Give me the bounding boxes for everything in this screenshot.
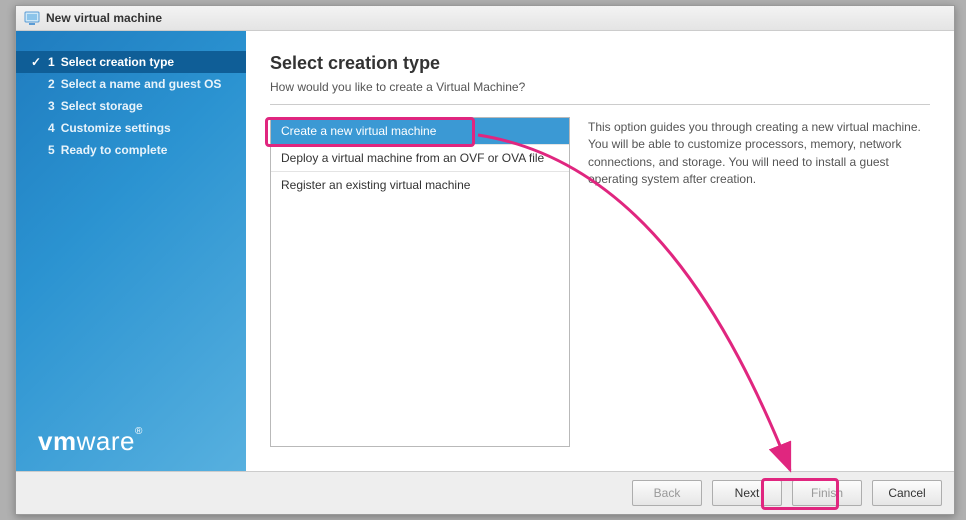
step-label: Ready to complete <box>61 143 168 157</box>
step-select-name-os[interactable]: 2 Select a name and guest OS <box>16 73 246 95</box>
window-title: New virtual machine <box>46 11 162 25</box>
titlebar[interactable]: New virtual machine <box>16 6 954 31</box>
step-select-storage[interactable]: 3 Select storage <box>16 95 246 117</box>
check-icon: ✓ <box>30 55 42 69</box>
logo-ware: ware <box>77 426 135 456</box>
creation-option-list[interactable]: Create a new virtual machine Deploy a vi… <box>270 117 570 447</box>
vmware-logo: vmware® <box>38 426 143 457</box>
back-button[interactable]: Back <box>632 480 702 506</box>
logo-vm: vm <box>38 426 77 456</box>
content-row: Create a new virtual machine Deploy a vi… <box>270 117 930 461</box>
step-ready-complete[interactable]: 5 Ready to complete <box>16 139 246 161</box>
page-subtitle: How would you like to create a Virtual M… <box>270 80 930 94</box>
dialog-footer: Back Next Finish Cancel <box>16 471 954 514</box>
main-panel: Select creation type How would you like … <box>246 31 954 471</box>
step-num: 2 <box>48 77 55 91</box>
option-label: Deploy a virtual machine from an OVF or … <box>281 151 544 165</box>
step-customize-settings[interactable]: 4 Customize settings <box>16 117 246 139</box>
dialog-body: ✓ 1 Select creation type 2 Select a name… <box>16 31 954 471</box>
option-label: Create a new virtual machine <box>281 124 436 138</box>
wizard-sidebar: ✓ 1 Select creation type 2 Select a name… <box>16 31 246 471</box>
divider <box>270 104 930 105</box>
step-select-creation-type[interactable]: ✓ 1 Select creation type <box>16 51 246 73</box>
finish-button[interactable]: Finish <box>792 480 862 506</box>
step-label: Select a name and guest OS <box>61 77 222 91</box>
page-title: Select creation type <box>270 53 930 74</box>
step-num: 3 <box>48 99 55 113</box>
step-label: Select storage <box>61 99 143 113</box>
next-button[interactable]: Next <box>712 480 782 506</box>
option-create-new-vm[interactable]: Create a new virtual machine <box>271 118 569 145</box>
step-num: 5 <box>48 143 55 157</box>
option-deploy-ovf-ova[interactable]: Deploy a virtual machine from an OVF or … <box>271 145 569 172</box>
wizard-steps: ✓ 1 Select creation type 2 Select a name… <box>16 51 246 161</box>
step-num: 4 <box>48 121 55 135</box>
new-vm-dialog: New virtual machine ✓ 1 Select creation … <box>15 5 955 515</box>
step-label: Select creation type <box>61 55 174 69</box>
option-description: This option guides you through creating … <box>588 117 930 461</box>
step-num: 1 <box>48 55 55 69</box>
option-register-existing[interactable]: Register an existing virtual machine <box>271 172 569 198</box>
option-label: Register an existing virtual machine <box>281 178 470 192</box>
step-label: Customize settings <box>61 121 171 135</box>
vm-icon <box>24 10 40 26</box>
cancel-button[interactable]: Cancel <box>872 480 942 506</box>
logo-reg: ® <box>135 426 143 437</box>
